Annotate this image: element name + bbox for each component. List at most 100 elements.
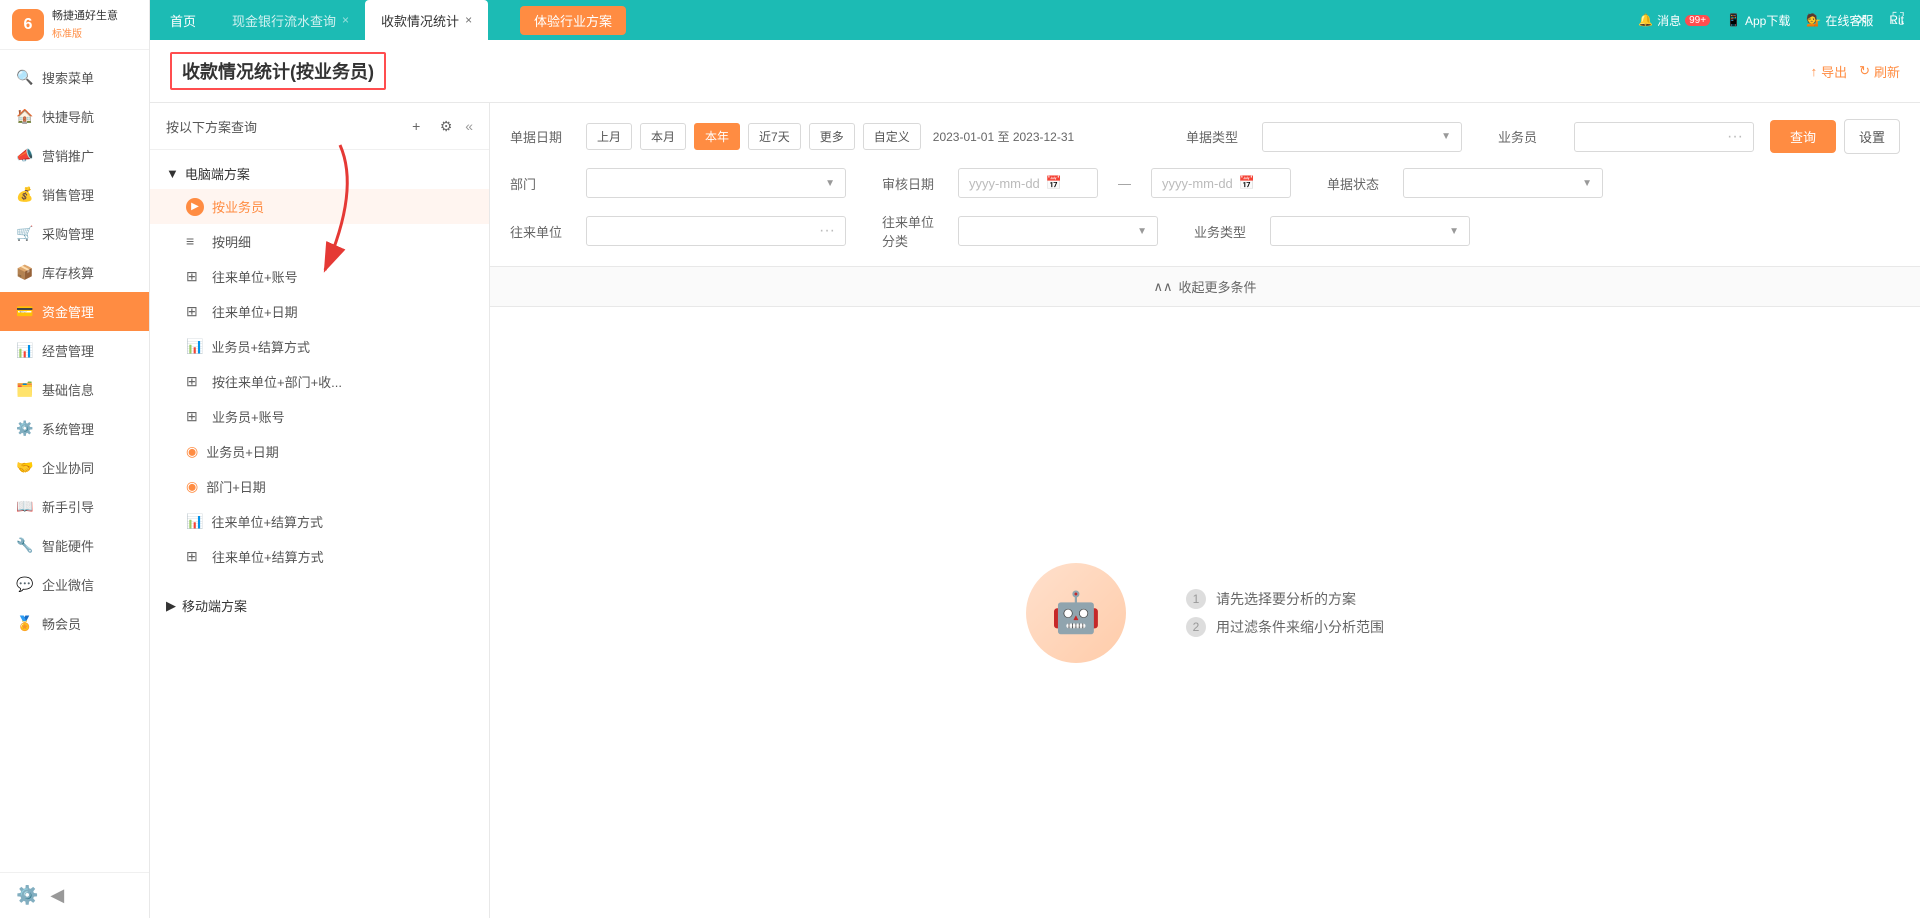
calendar-icon1: 📅 bbox=[1046, 175, 1062, 191]
doc-status-label: 单据状态 bbox=[1327, 174, 1387, 193]
sidebar-logo: 6 畅捷通好生意 标准版 bbox=[0, 0, 149, 50]
desktop-scheme-group[interactable]: ▼ 电脑端方案 bbox=[150, 158, 489, 189]
tab-bank-flow[interactable]: 现金银行流水查询 × bbox=[216, 0, 365, 40]
date-btn-7days[interactable]: 近7天 bbox=[748, 123, 801, 150]
member-icon: 🏅 bbox=[16, 615, 34, 632]
filter-row-3: 往来单位 ··· 往来单位分类 ▼ 业务类型 ▼ bbox=[510, 212, 1900, 250]
sidebar-item-hardware[interactable]: 🔧 智能硬件 bbox=[0, 526, 149, 565]
sidebar-item-marketing[interactable]: 📣 营销推广 bbox=[0, 136, 149, 175]
scheme-item-partner-dept[interactable]: ⊞ 按往来单位+部门+收... bbox=[150, 364, 489, 399]
logo-name: 畅捷通好生意 bbox=[52, 9, 118, 23]
sidebar-item-system[interactable]: ⚙️ 系统管理 bbox=[0, 409, 149, 448]
sidebar-item-wechat[interactable]: 💬 企业微信 bbox=[0, 565, 149, 604]
page-actions: ↑ 导出 ↻ 刷新 bbox=[1811, 62, 1900, 81]
sidebar-item-sales[interactable]: 💰 销售管理 bbox=[0, 175, 149, 214]
calendar-icon2: 📅 bbox=[1239, 175, 1255, 191]
empty-steps: 1 请先选择要分析的方案 2 用过滤条件来缩小分析范围 bbox=[1186, 589, 1384, 637]
query-button[interactable]: 查询 bbox=[1770, 120, 1836, 153]
export-button[interactable]: ↑ 导出 bbox=[1811, 62, 1848, 81]
date-btn-this-year[interactable]: 本年 bbox=[694, 123, 740, 150]
operation-icon: 📊 bbox=[16, 342, 34, 359]
scheme-item-salesperson-date[interactable]: ◉ 业务员+日期 bbox=[150, 434, 489, 469]
page-title: 收款情况统计(按业务员) bbox=[170, 52, 386, 90]
date-range-display: 2023-01-01 至 2023-12-31 bbox=[933, 128, 1074, 145]
scheme-item-salesperson-account[interactable]: ⊞ 业务员+账号 bbox=[150, 399, 489, 434]
empty-step-1: 1 请先选择要分析的方案 bbox=[1186, 589, 1384, 609]
add-scheme-btn[interactable]: + bbox=[405, 115, 427, 137]
sidebar-item-cooperation[interactable]: 🤝 企业协同 bbox=[0, 448, 149, 487]
scheme-item-salesperson[interactable]: ▶ 按业务员 bbox=[150, 189, 489, 224]
doc-type-arrow: ▼ bbox=[1441, 131, 1451, 142]
wechat-icon: 💬 bbox=[16, 576, 34, 593]
sidebar-item-search[interactable]: 🔍 搜索菜单 bbox=[0, 58, 149, 97]
scheme-table-icon: ⊞ bbox=[186, 268, 204, 286]
review-date-end[interactable]: yyyy-mm-dd 📅 bbox=[1151, 168, 1291, 198]
scheme-bar-icon: ≡ bbox=[186, 233, 204, 251]
filter-settings-button[interactable]: 设置 bbox=[1844, 119, 1900, 154]
filter-row-1: 单据日期 上月 本月 本年 近7天 更多 自定义 2023-01-01 至 20… bbox=[510, 119, 1900, 154]
scheme-section-mobile: ▶ 移动端方案 bbox=[150, 582, 489, 629]
basic-icon: 🗂️ bbox=[16, 381, 34, 398]
purchase-icon: 🛒 bbox=[16, 225, 34, 242]
tab-close-bank[interactable]: × bbox=[342, 13, 349, 27]
sidebar-item-guide[interactable]: 📖 新手引导 bbox=[0, 487, 149, 526]
doc-status-select[interactable]: ▼ bbox=[1403, 168, 1603, 198]
sidebar-item-finance[interactable]: 💳 资金管理 bbox=[0, 292, 149, 331]
sidebar-collapse-icon[interactable]: ◀ bbox=[50, 885, 64, 906]
date-btn-custom[interactable]: 自定义 bbox=[863, 123, 921, 150]
sidebar-item-purchase[interactable]: 🛒 采购管理 bbox=[0, 214, 149, 253]
scheme-item-salesperson-payment[interactable]: 📊 业务员+结算方式 bbox=[150, 329, 489, 364]
scheme-item-partner-account[interactable]: ⊞ 往来单位+账号 bbox=[150, 259, 489, 294]
tab-collection-stats[interactable]: 收款情况统计 × bbox=[365, 0, 488, 40]
sidebar-item-operation[interactable]: 📊 经营管理 bbox=[0, 331, 149, 370]
salesperson-label: 业务员 bbox=[1498, 127, 1558, 146]
sidebar-item-member[interactable]: 🏅 畅会员 bbox=[0, 604, 149, 643]
dept-select[interactable]: ▼ bbox=[586, 168, 846, 198]
sidebar-settings-icon[interactable]: ⚙️ bbox=[16, 885, 38, 906]
scheme-bar-icon2: 📊 bbox=[186, 338, 203, 355]
filter-actions: 查询 设置 bbox=[1770, 119, 1900, 154]
tab-close-collection[interactable]: × bbox=[465, 13, 472, 27]
partner-category-label: 往来单位分类 bbox=[882, 212, 942, 250]
scheme-settings-icon[interactable]: ⚙ bbox=[435, 115, 457, 137]
scheme-item-detail[interactable]: ≡ 按明细 bbox=[150, 224, 489, 259]
sidebar-item-quicknav[interactable]: 🏠 快捷导航 bbox=[0, 97, 149, 136]
date-btn-last-month[interactable]: 上月 bbox=[586, 123, 632, 150]
scheme-table-icon5: ⊞ bbox=[186, 548, 204, 566]
scheme-circle-icon: ▶ bbox=[186, 198, 204, 216]
biz-type-arrow: ▼ bbox=[1449, 226, 1459, 237]
partner-category-select[interactable]: ▼ bbox=[958, 216, 1158, 246]
sidebar: 6 畅捷通好生意 标准版 🔍 搜索菜单 🏠 快捷导航 📣 营销推广 💰 销售管理… bbox=[0, 0, 150, 918]
refresh-button[interactable]: ↻ 刷新 bbox=[1859, 62, 1900, 81]
tab-home[interactable]: 首页 bbox=[150, 0, 216, 40]
partner-select[interactable]: ··· bbox=[586, 216, 846, 246]
dept-arrow: ▼ bbox=[825, 178, 835, 189]
date-btn-this-month[interactable]: 本月 bbox=[640, 123, 686, 150]
sidebar-item-inventory[interactable]: 📦 库存核算 bbox=[0, 253, 149, 292]
scheme-section-desktop: ▼ 电脑端方案 ▶ 按业务员 ≡ 按明细 ⊞ 往来单位+账号 bbox=[150, 150, 489, 582]
scheme-circle-icon2: ◉ bbox=[186, 443, 198, 460]
home-icon: 🏠 bbox=[16, 108, 34, 125]
collapse-bar[interactable]: ∧∧ 收起更多条件 bbox=[490, 267, 1920, 307]
scheme-item-partner-date[interactable]: ⊞ 往来单位+日期 bbox=[150, 294, 489, 329]
finance-icon: 💳 bbox=[16, 303, 34, 320]
doc-type-select[interactable]: ▼ bbox=[1262, 122, 1462, 152]
review-date-start[interactable]: yyyy-mm-dd 📅 bbox=[958, 168, 1098, 198]
partner-label: 往来单位 bbox=[510, 222, 570, 241]
partner-cat-arrow: ▼ bbox=[1137, 226, 1147, 237]
salesperson-select[interactable]: ··· bbox=[1574, 122, 1754, 152]
mobile-scheme-group[interactable]: ▶ 移动端方案 bbox=[150, 590, 489, 621]
scheme-item-partner-payment2[interactable]: ⊞ 往来单位+结算方式 bbox=[150, 539, 489, 574]
scheme-item-partner-payment1[interactable]: 📊 往来单位+结算方式 bbox=[150, 504, 489, 539]
sidebar-item-basic[interactable]: 🗂️ 基础信息 bbox=[0, 370, 149, 409]
main-content: 🔔 消息 99+ 📱 App下载 💁 在线客服 Rit 体验行业方案 收款情况统… bbox=[150, 40, 1920, 918]
expand-icon: ▼ bbox=[166, 166, 179, 181]
scheme-table-icon4: ⊞ bbox=[186, 408, 204, 426]
review-date-label: 审核日期 bbox=[882, 174, 942, 193]
filter-row-2: 部门 ▼ 审核日期 yyyy-mm-dd 📅 — yyyy-mm-dd 📅 bbox=[510, 168, 1900, 198]
biz-type-select[interactable]: ▼ bbox=[1270, 216, 1470, 246]
panel-collapse-icon[interactable]: « bbox=[465, 118, 473, 134]
system-icon: ⚙️ bbox=[16, 420, 34, 437]
date-btn-more[interactable]: 更多 bbox=[809, 123, 855, 150]
scheme-item-dept-date[interactable]: ◉ 部门+日期 bbox=[150, 469, 489, 504]
